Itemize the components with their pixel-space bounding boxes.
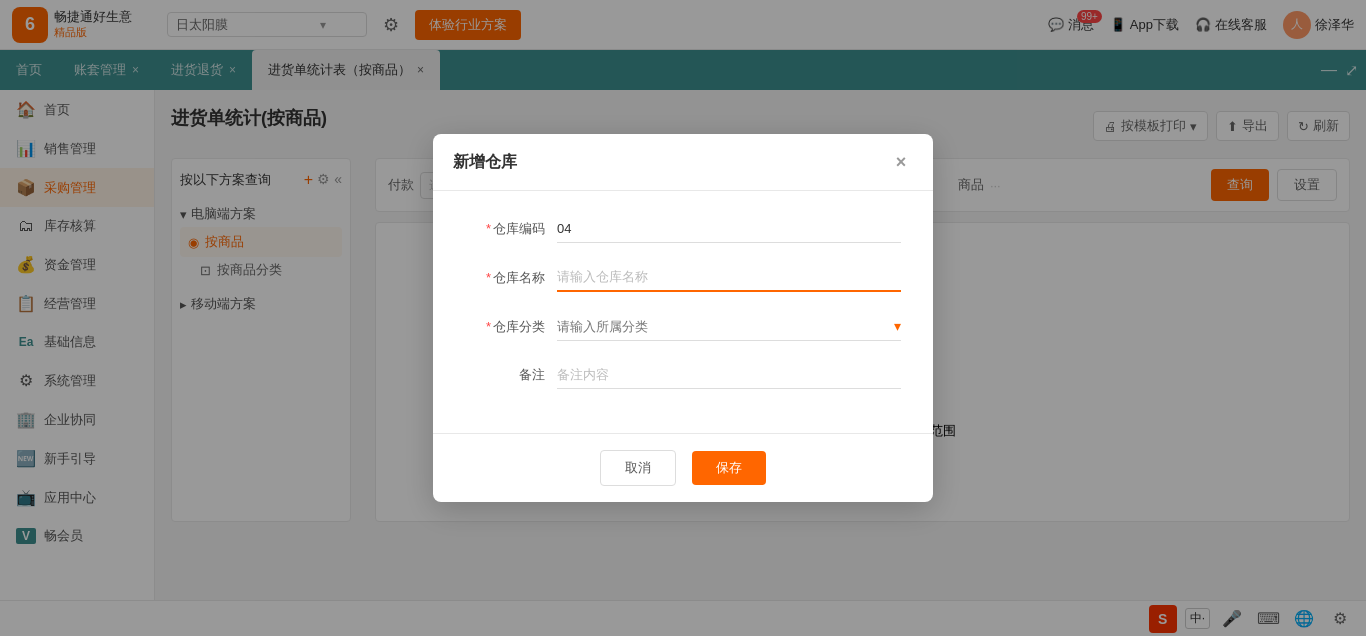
remark-input[interactable] (557, 361, 901, 389)
modal-body: 仓库编码 仓库名称 仓库分类 ▾ 备注 (433, 191, 933, 433)
category-select[interactable]: ▾ (557, 312, 901, 341)
new-warehouse-modal: 新增仓库 × 仓库编码 仓库名称 仓库分类 ▾ (433, 134, 933, 502)
category-label: 仓库分类 (465, 318, 545, 336)
code-field-row: 仓库编码 (465, 215, 901, 243)
modal-header: 新增仓库 × (433, 134, 933, 191)
modal-title: 新增仓库 (453, 152, 517, 173)
category-dropdown-icon[interactable]: ▾ (894, 318, 901, 334)
modal-footer: 取消 保存 (433, 433, 933, 502)
category-select-input[interactable] (557, 319, 894, 334)
name-label: 仓库名称 (465, 269, 545, 287)
code-input[interactable] (557, 215, 901, 243)
remark-field-row: 备注 (465, 361, 901, 389)
cancel-button[interactable]: 取消 (600, 450, 676, 486)
remark-label: 备注 (465, 366, 545, 384)
name-field-row: 仓库名称 (465, 263, 901, 292)
modal-overlay[interactable]: 新增仓库 × 仓库编码 仓库名称 仓库分类 ▾ (0, 0, 1366, 636)
code-label: 仓库编码 (465, 220, 545, 238)
modal-close-button[interactable]: × (889, 150, 913, 174)
name-input[interactable] (557, 263, 901, 292)
category-field-row: 仓库分类 ▾ (465, 312, 901, 341)
save-button[interactable]: 保存 (692, 451, 766, 485)
